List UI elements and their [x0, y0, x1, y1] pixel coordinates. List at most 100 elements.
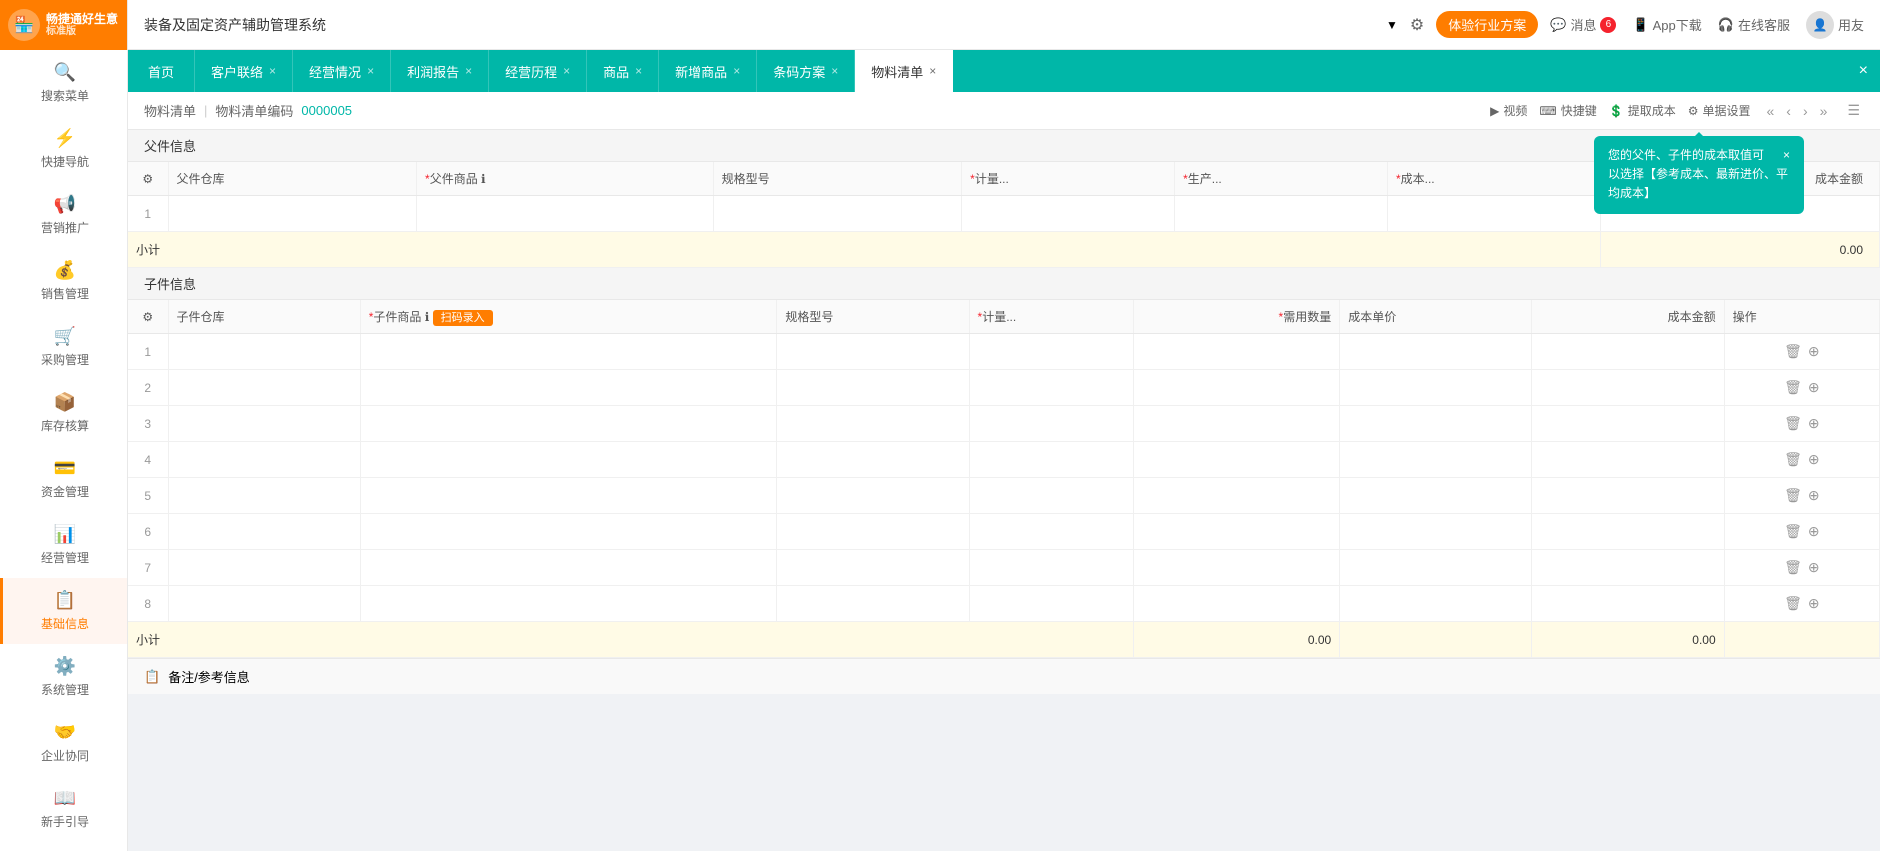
sidebar-item-finance[interactable]: 💳 资金管理: [0, 446, 127, 512]
tab-bom[interactable]: 物料清单 ×: [855, 50, 953, 92]
child-row-4-spec[interactable]: [777, 442, 969, 478]
child-row-5-cost-amount[interactable]: [1532, 478, 1724, 514]
child-row-2-spec[interactable]: [777, 370, 969, 406]
single-settings-button[interactable]: ⚙ 单据设置: [1688, 102, 1751, 119]
child-row-8-spec[interactable]: [777, 586, 969, 622]
sidebar-item-quicknav[interactable]: ⚡ 快捷导航: [0, 116, 127, 182]
child-row-8-product[interactable]: [360, 586, 777, 622]
copy-icon-row4[interactable]: ⊕: [1808, 451, 1820, 468]
tab-profit-close[interactable]: ×: [465, 65, 472, 77]
child-row-6-unit[interactable]: [969, 514, 1134, 550]
tab-profit[interactable]: 利润报告 ×: [391, 50, 489, 92]
child-row-7-quantity[interactable]: [1134, 550, 1340, 586]
sidebar-item-marketing[interactable]: 📢 营销推广: [0, 182, 127, 248]
parent-row-1-production[interactable]: [1175, 196, 1388, 232]
online-service-button[interactable]: 🎧 在线客服: [1718, 15, 1790, 34]
app-download-button[interactable]: 📱 App下载: [1632, 15, 1701, 34]
copy-icon-row1[interactable]: ⊕: [1808, 343, 1820, 360]
child-row-6-warehouse[interactable]: [168, 514, 360, 550]
child-row-3-quantity[interactable]: [1134, 406, 1340, 442]
tab-goods-close[interactable]: ×: [635, 65, 642, 77]
child-row-3-unit-cost[interactable]: [1340, 406, 1532, 442]
parent-row-1-cost[interactable]: [1387, 196, 1600, 232]
child-row-8-cost-amount[interactable]: [1532, 586, 1724, 622]
sidebar-item-basic-info[interactable]: 📋 基础信息: [0, 578, 127, 644]
sidebar-item-operations[interactable]: 📊 经营管理: [0, 512, 127, 578]
delete-icon-row7[interactable]: 🗑: [1784, 559, 1802, 576]
child-row-1-warehouse[interactable]: [168, 334, 360, 370]
child-row-8-unit-cost[interactable]: [1340, 586, 1532, 622]
delete-icon-row5[interactable]: 🗑: [1784, 487, 1802, 504]
delete-icon-row2[interactable]: 🗑: [1784, 379, 1802, 396]
child-row-7-spec[interactable]: [777, 550, 969, 586]
copy-icon-row5[interactable]: ⊕: [1808, 487, 1820, 504]
child-row-2-quantity[interactable]: [1134, 370, 1340, 406]
child-row-7-product[interactable]: [360, 550, 777, 586]
child-row-2-product[interactable]: [360, 370, 777, 406]
child-row-5-product[interactable]: [360, 478, 777, 514]
child-row-2-warehouse[interactable]: [168, 370, 360, 406]
view-video-button[interactable]: ▶ 视频: [1490, 102, 1527, 119]
parent-col-settings[interactable]: ⚙: [128, 162, 168, 196]
child-row-6-product[interactable]: [360, 514, 777, 550]
tab-customer[interactable]: 客户联络 ×: [195, 50, 293, 92]
child-row-4-unit[interactable]: [969, 442, 1134, 478]
copy-icon-row8[interactable]: ⊕: [1808, 595, 1820, 612]
copy-icon-row6[interactable]: ⊕: [1808, 523, 1820, 540]
child-row-4-cost-amount[interactable]: [1532, 442, 1724, 478]
sidebar-item-enterprise[interactable]: 🤝 企业协同: [0, 710, 127, 776]
tab-operations-close[interactable]: ×: [367, 65, 374, 77]
tab-barcode-close[interactable]: ×: [831, 65, 838, 77]
tab-barcode[interactable]: 条码方案 ×: [757, 50, 855, 92]
child-row-2-unit-cost[interactable]: [1340, 370, 1532, 406]
child-row-6-unit-cost[interactable]: [1340, 514, 1532, 550]
message-button[interactable]: 💬 消息 6: [1550, 15, 1616, 34]
sidebar-item-guide[interactable]: 📖 新手引导: [0, 776, 127, 842]
child-row-3-warehouse[interactable]: [168, 406, 360, 442]
child-row-6-spec[interactable]: [777, 514, 969, 550]
trial-button[interactable]: 体验行业方案: [1436, 11, 1538, 38]
tab-customer-close[interactable]: ×: [269, 65, 276, 77]
child-row-6-quantity[interactable]: [1134, 514, 1340, 550]
delete-icon-row3[interactable]: 🗑: [1784, 415, 1802, 432]
delete-icon-row4[interactable]: 🗑: [1784, 451, 1802, 468]
parent-row-1-unit[interactable]: [962, 196, 1175, 232]
delete-icon-row6[interactable]: 🗑: [1784, 523, 1802, 540]
child-row-3-spec[interactable]: [777, 406, 969, 442]
nav-next[interactable]: ›: [1799, 101, 1812, 121]
child-row-2-cost-amount[interactable]: [1532, 370, 1724, 406]
child-col-settings[interactable]: ⚙: [128, 300, 168, 334]
child-row-7-unit[interactable]: [969, 550, 1134, 586]
topbar-settings-icon[interactable]: ⚙: [1410, 15, 1424, 35]
sidebar-item-sales[interactable]: 💰 销售管理: [0, 248, 127, 314]
close-all-tabs[interactable]: ×: [1847, 62, 1880, 80]
child-row-1-product[interactable]: [360, 334, 777, 370]
parent-row-1-warehouse[interactable]: [168, 196, 417, 232]
child-row-1-spec[interactable]: [777, 334, 969, 370]
copy-icon-row7[interactable]: ⊕: [1808, 559, 1820, 576]
tab-history[interactable]: 经营历程 ×: [489, 50, 587, 92]
parent-row-1-product[interactable]: [417, 196, 714, 232]
child-row-8-warehouse[interactable]: [168, 586, 360, 622]
tab-bom-close[interactable]: ×: [929, 65, 936, 77]
user-menu[interactable]: 👤 用友: [1806, 11, 1864, 39]
child-row-4-warehouse[interactable]: [168, 442, 360, 478]
child-row-4-quantity[interactable]: [1134, 442, 1340, 478]
tab-home[interactable]: 首页: [128, 50, 195, 92]
delete-icon-row8[interactable]: 🗑: [1784, 595, 1802, 612]
child-row-7-unit-cost[interactable]: [1340, 550, 1532, 586]
sidebar-item-purchase[interactable]: 🛒 采购管理: [0, 314, 127, 380]
tab-new-goods[interactable]: 新增商品 ×: [659, 50, 757, 92]
topbar-dropdown-icon[interactable]: ▼: [1386, 18, 1398, 32]
child-row-5-unit[interactable]: [969, 478, 1134, 514]
child-row-6-cost-amount[interactable]: [1532, 514, 1724, 550]
child-row-1-unit[interactable]: [969, 334, 1134, 370]
child-row-5-unit-cost[interactable]: [1340, 478, 1532, 514]
sidebar-item-system[interactable]: ⚙️ 系统管理: [0, 644, 127, 710]
child-row-8-unit[interactable]: [969, 586, 1134, 622]
tooltip-close-button[interactable]: ×: [1783, 146, 1790, 165]
scan-input-button[interactable]: 扫码录入: [433, 310, 493, 326]
child-row-5-spec[interactable]: [777, 478, 969, 514]
child-row-1-quantity[interactable]: [1134, 334, 1340, 370]
child-row-5-warehouse[interactable]: [168, 478, 360, 514]
